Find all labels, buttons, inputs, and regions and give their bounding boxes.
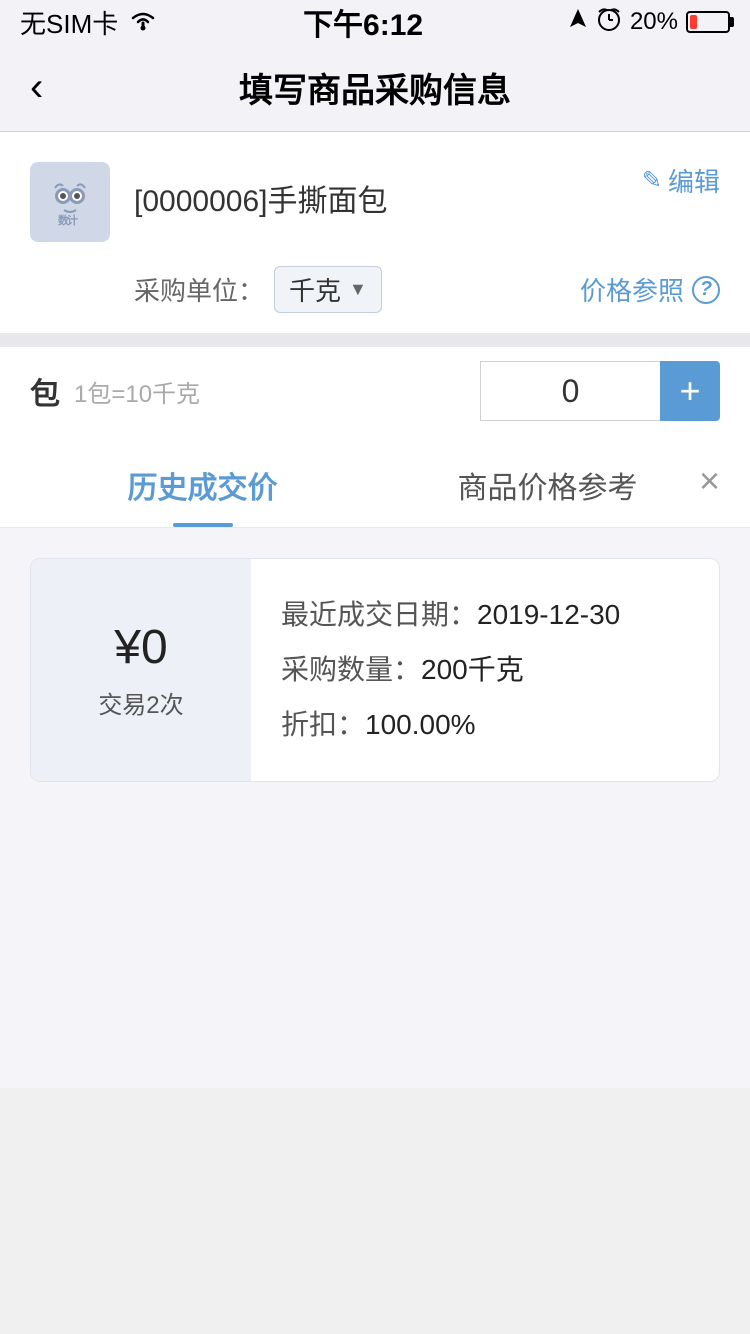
status-right: 20% [568, 6, 730, 39]
discount-label: 折扣： [281, 709, 365, 740]
nav-bar: ‹ 填写商品采购信息 [0, 44, 750, 132]
battery-icon [686, 11, 730, 33]
recent-date-label: 最近成交日期： [281, 599, 477, 630]
info-icon: ? [692, 276, 720, 304]
product-name: [0000006]手撕面包 [134, 181, 387, 223]
battery-percent: 20% [630, 8, 678, 36]
purchase-qty-row: 采购数量：200千克 [281, 650, 689, 689]
product-left: 数计 [0000006]手撕面包 [30, 162, 387, 242]
carrier-text: 无SIM卡 [20, 4, 118, 41]
tab-price-reference[interactable]: 商品价格参考 [375, 435, 720, 527]
section-divider [0, 333, 750, 347]
location-icon [568, 7, 588, 38]
product-header: 数计 [0000006]手撕面包 ✎ 编辑 [30, 162, 720, 242]
status-left: 无SIM卡 [20, 4, 158, 41]
history-price-value: ¥0 [114, 620, 167, 675]
tab-history-price[interactable]: 历史成交价 [30, 435, 375, 527]
alarm-icon [596, 6, 622, 39]
unit-conversion: 1包=10千克 [74, 374, 200, 409]
tabs-container: 历史成交价 商品价格参考 × [0, 435, 750, 528]
quantity-row: 包 1包=10千克 + [0, 347, 750, 435]
purchase-qty-value: 200千克 [421, 654, 524, 685]
history-price-section: ¥0 交易2次 [31, 559, 251, 781]
quantity-controls: + [480, 361, 720, 421]
price-ref-button[interactable]: 价格参照 ? [580, 271, 720, 308]
quantity-label: 包 1包=10千克 [30, 369, 200, 413]
tab-underline [173, 523, 233, 527]
edit-button[interactable]: ✎ 编辑 [642, 162, 720, 199]
recent-date-row: 最近成交日期：2019-12-30 [281, 595, 689, 634]
discount-row: 折扣：100.00% [281, 705, 689, 744]
quantity-input[interactable] [480, 361, 660, 421]
time-display: 下午6:12 [303, 0, 423, 44]
recent-date-value: 2019-12-30 [477, 599, 620, 630]
history-card: ¥0 交易2次 最近成交日期：2019-12-30 采购数量：200千克 折扣：… [30, 558, 720, 782]
history-details-section: 最近成交日期：2019-12-30 采购数量：200千克 折扣：100.00% [251, 559, 719, 781]
edit-icon: ✎ [642, 166, 662, 195]
back-button[interactable]: ‹ [30, 65, 43, 110]
content-area: ¥0 交易2次 最近成交日期：2019-12-30 采购数量：200千克 折扣：… [0, 528, 750, 1088]
page-title: 填写商品采购信息 [239, 63, 511, 112]
discount-value: 100.00% [365, 709, 476, 740]
dropdown-arrow-icon: ▼ [349, 279, 367, 300]
unit-label: 采购单位： 千克 ▼ [134, 266, 382, 313]
unit-row: 采购单位： 千克 ▼ 价格参照 ? [134, 266, 720, 313]
product-card: 数计 [0000006]手撕面包 ✎ 编辑 采购单位： 千克 ▼ 价格参照 ? [0, 132, 750, 333]
svg-text:数计: 数计 [58, 213, 78, 227]
quantity-plus-button[interactable]: + [660, 361, 720, 421]
close-button[interactable]: × [699, 460, 720, 502]
product-logo-icon: 数计 [40, 168, 100, 236]
unit-pkg: 包 [30, 369, 60, 413]
unit-dropdown[interactable]: 千克 ▼ [274, 266, 382, 313]
history-trades-count: 交易2次 [98, 685, 183, 720]
wifi-icon [128, 7, 158, 38]
product-thumbnail: 数计 [30, 162, 110, 242]
status-bar: 无SIM卡 下午6:12 20% [0, 0, 750, 44]
purchase-qty-label: 采购数量： [281, 654, 421, 685]
